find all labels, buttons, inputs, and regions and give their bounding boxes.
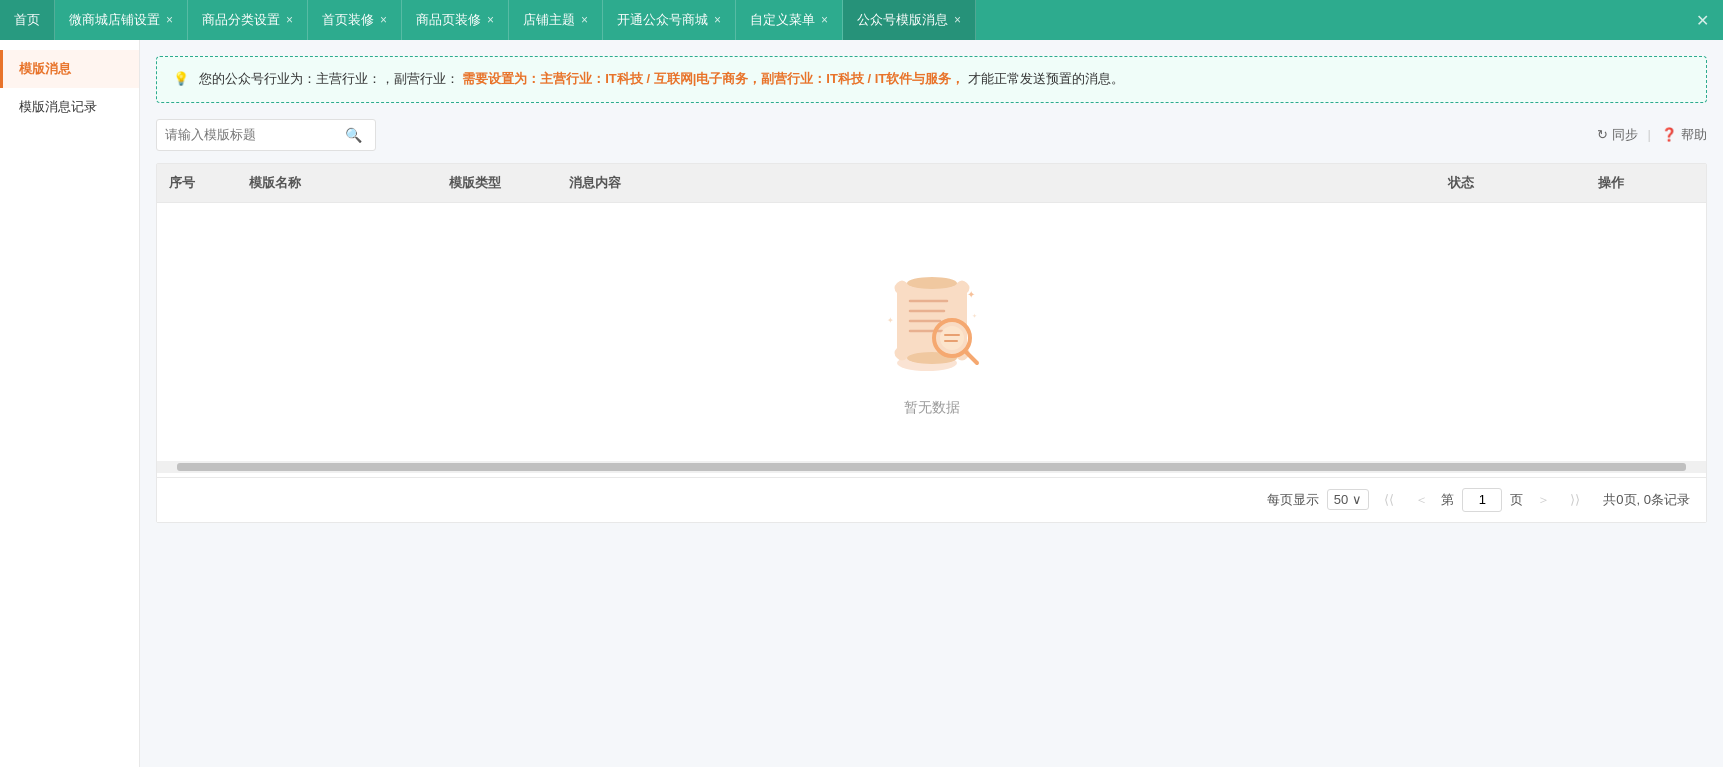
page-unit: 页 [1510, 491, 1523, 509]
tab-custom-menu-close[interactable]: × [821, 13, 828, 27]
empty-text: 暂无数据 [904, 399, 960, 417]
search-input-wrap: 🔍 [156, 119, 376, 151]
sync-icon: ↻ [1597, 127, 1608, 142]
total-info: 共0页, 0条记录 [1603, 491, 1690, 509]
search-bar: 🔍 ↻ 同步 | ❓ 帮助 [156, 119, 1707, 151]
tab-open-mall-close[interactable]: × [714, 13, 721, 27]
tab-product-decor-label: 商品页装修 [416, 11, 481, 29]
tab-product-decor-close[interactable]: × [487, 13, 494, 27]
notice-suffix: 才能正常发送预置的消息。 [968, 71, 1124, 86]
help-button[interactable]: ❓ 帮助 [1661, 126, 1707, 144]
notice-icon: 💡 [173, 71, 189, 86]
sidebar-item-template-msg-record-label: 模版消息记录 [19, 99, 97, 114]
content-area: 💡 您的公众号行业为：主营行业：，副营行业： 需要设置为：主营行业：IT科技 /… [140, 40, 1723, 767]
page-label: 第 [1441, 491, 1454, 509]
svg-text:✦: ✦ [887, 316, 894, 325]
tab-home-label: 首页 [14, 11, 40, 29]
tab-store-settings[interactable]: 微商城店铺设置 × [55, 0, 188, 40]
tab-template-msg[interactable]: 公众号模版消息 × [843, 0, 976, 40]
help-icon: ❓ [1661, 127, 1677, 142]
sidebar: 模版消息 模版消息记录 [0, 40, 140, 767]
tab-custom-menu[interactable]: 自定义菜单 × [736, 0, 843, 40]
scrollbar-thumb[interactable] [177, 463, 1686, 471]
page-size-label: 每页显示 [1267, 491, 1319, 509]
notice-highlight: 需要设置为：主营行业：IT科技 / 互联网|电子商务，副营行业：IT科技 / I… [462, 71, 964, 86]
help-label: 帮助 [1681, 126, 1707, 144]
tab-homepage-decor-label: 首页装修 [322, 11, 374, 29]
page-size-value: 50 [1334, 492, 1348, 507]
pagination: 每页显示 50 ∨ ⟨⟨ ＜ 第 页 ＞ ⟩⟩ 共0页, 0条记录 [157, 477, 1706, 522]
first-page-button[interactable]: ⟨⟨ [1377, 488, 1401, 512]
tab-store-theme-label: 店铺主题 [523, 11, 575, 29]
search-input[interactable] [165, 120, 345, 150]
chevron-down-icon: ∨ [1352, 492, 1362, 507]
prev-page-button[interactable]: ＜ [1409, 488, 1433, 512]
svg-point-6 [907, 352, 957, 364]
sync-label: 同步 [1612, 126, 1638, 144]
empty-illustration: ✦ ✦ ✦ [872, 263, 992, 383]
tab-category-settings-close[interactable]: × [286, 13, 293, 27]
last-page-button[interactable]: ⟩⟩ [1563, 488, 1587, 512]
next-page-button[interactable]: ＞ [1531, 488, 1555, 512]
search-actions: ↻ 同步 | ❓ 帮助 [1597, 126, 1707, 144]
tab-category-settings[interactable]: 商品分类设置 × [188, 0, 308, 40]
tab-template-msg-label: 公众号模版消息 [857, 11, 948, 29]
page-size-select[interactable]: 50 ∨ [1327, 489, 1369, 510]
empty-state: ✦ ✦ ✦ 暂无数据 [157, 203, 1706, 457]
data-table: 序号 模版名称 模版类型 消息内容 状态 操作 [156, 163, 1707, 523]
tab-open-mall[interactable]: 开通公众号商城 × [603, 0, 736, 40]
tab-store-settings-close[interactable]: × [166, 13, 173, 27]
main-layout: 模版消息 模版消息记录 💡 您的公众号行业为：主营行业：，副营行业： 需要设置为… [0, 40, 1723, 767]
tab-home[interactable]: 首页 [0, 0, 55, 40]
table-header: 序号 模版名称 模版类型 消息内容 状态 操作 [157, 164, 1706, 203]
col-name: 模版名称 [237, 164, 437, 202]
svg-point-5 [907, 277, 957, 289]
col-content: 消息内容 [557, 164, 1436, 202]
search-icon[interactable]: 🔍 [345, 127, 362, 143]
tab-store-theme-close[interactable]: × [581, 13, 588, 27]
svg-text:✦: ✦ [967, 289, 975, 300]
notice-box: 💡 您的公众号行业为：主营行业：，副营行业： 需要设置为：主营行业：IT科技 /… [156, 56, 1707, 103]
sidebar-item-template-msg-record[interactable]: 模版消息记录 [0, 88, 139, 126]
tab-homepage-decor-close[interactable]: × [380, 13, 387, 27]
svg-text:✦: ✦ [972, 313, 977, 319]
svg-point-8 [940, 326, 964, 350]
col-status: 状态 [1436, 164, 1586, 202]
col-type: 模版类型 [437, 164, 557, 202]
sidebar-item-template-msg-label: 模版消息 [19, 61, 71, 76]
close-all-tabs[interactable]: ✕ [1682, 11, 1723, 30]
tab-homepage-decor[interactable]: 首页装修 × [308, 0, 402, 40]
col-index: 序号 [157, 164, 237, 202]
top-nav: 首页 微商城店铺设置 × 商品分类设置 × 首页装修 × 商品页装修 × 店铺主… [0, 0, 1723, 40]
sync-button[interactable]: ↻ 同步 [1597, 126, 1638, 144]
col-action: 操作 [1586, 164, 1706, 202]
tab-product-decor[interactable]: 商品页装修 × [402, 0, 509, 40]
tab-custom-menu-label: 自定义菜单 [750, 11, 815, 29]
tab-store-theme[interactable]: 店铺主题 × [509, 0, 603, 40]
sidebar-item-template-msg[interactable]: 模版消息 [0, 50, 139, 88]
notice-prefix: 您的公众号行业为：主营行业：，副营行业： [199, 71, 459, 86]
page-number-input[interactable] [1462, 488, 1502, 512]
action-separator: | [1648, 127, 1651, 142]
tab-template-msg-close[interactable]: × [954, 13, 961, 27]
tab-store-settings-label: 微商城店铺设置 [69, 11, 160, 29]
tab-category-settings-label: 商品分类设置 [202, 11, 280, 29]
horizontal-scrollbar[interactable] [157, 461, 1706, 473]
tab-open-mall-label: 开通公众号商城 [617, 11, 708, 29]
